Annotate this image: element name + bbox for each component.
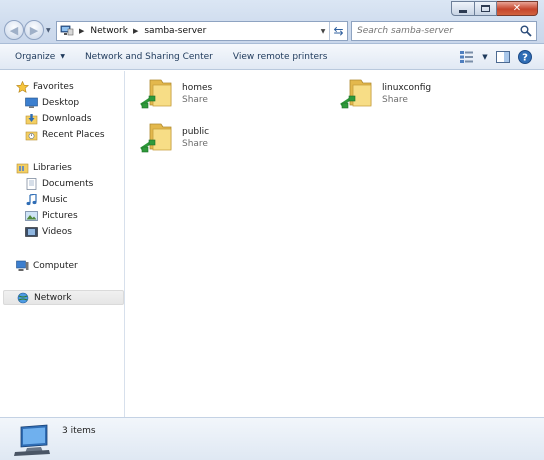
share-type: Share xyxy=(182,95,208,105)
chevron-down-icon: ▼ xyxy=(482,53,488,61)
maximize-button[interactable] xyxy=(475,1,497,16)
command-bar: Organize ▼ Network and Sharing Center Vi… xyxy=(0,44,544,70)
shared-folder-icon xyxy=(140,123,172,153)
search-box[interactable] xyxy=(351,21,537,41)
nav-item-recent-places[interactable]: Recent Places xyxy=(25,127,124,142)
network-computer-icon xyxy=(14,424,50,456)
refresh-icon: ⇆ xyxy=(333,24,344,38)
svg-text:?: ? xyxy=(522,53,528,64)
back-arrow-icon: ◀ xyxy=(9,23,19,37)
breadcrumb-samba-server[interactable]: samba-server xyxy=(144,26,206,36)
nav-item-label: Desktop xyxy=(42,97,80,108)
window-header: ✕ ◀ ▶ ▼ ▶ Network ▶ samba-server ▼ ⇆ xyxy=(0,0,544,44)
maximize-icon xyxy=(481,5,490,12)
forward-button[interactable]: ▶ xyxy=(24,20,44,40)
nav-item-videos[interactable]: Videos xyxy=(25,224,124,239)
network-location-icon xyxy=(60,25,74,36)
navigation-pane: Favorites Desktop Downloads Recent Place… xyxy=(0,71,125,417)
pictures-icon xyxy=(25,210,38,221)
share-type: Share xyxy=(182,139,208,149)
videos-icon xyxy=(25,226,38,237)
share-item-linuxconfig[interactable]: linuxconfig Share xyxy=(326,71,506,115)
nav-item-desktop[interactable]: Desktop xyxy=(25,95,124,110)
share-item-homes[interactable]: homes Share xyxy=(126,71,306,115)
forward-arrow-icon: ▶ xyxy=(29,23,39,37)
share-name: linuxconfig xyxy=(382,83,432,93)
minimize-button[interactable] xyxy=(451,1,475,16)
help-button[interactable]: ? xyxy=(514,47,536,67)
nav-item-label: Documents xyxy=(42,178,94,189)
network-icon xyxy=(17,292,29,303)
nav-network-label: Network xyxy=(34,292,72,303)
view-remote-printers-button[interactable]: View remote printers xyxy=(223,46,338,68)
network-sharing-center-button[interactable]: Network and Sharing Center xyxy=(75,46,223,68)
share-type: Share xyxy=(382,95,408,105)
back-button[interactable]: ◀ xyxy=(4,20,24,40)
nav-computer-label: Computer xyxy=(33,260,78,271)
recent-places-icon xyxy=(25,131,38,140)
desktop-icon xyxy=(25,97,38,108)
nav-item-label: Downloads xyxy=(42,113,92,124)
nav-item-music[interactable]: Music xyxy=(25,192,124,207)
nav-item-label: Recent Places xyxy=(42,129,105,140)
nav-item-downloads[interactable]: Downloads xyxy=(25,111,124,126)
change-view-button[interactable] xyxy=(456,47,478,67)
nav-item-label: Videos xyxy=(42,226,72,237)
organize-label: Organize xyxy=(15,51,56,62)
downloads-icon xyxy=(25,113,38,124)
nav-favorites-label: Favorites xyxy=(33,81,74,92)
nav-item-documents[interactable]: Documents xyxy=(25,176,124,191)
nav-favorites[interactable]: Favorites xyxy=(16,79,124,94)
refresh-button[interactable]: ⇆ xyxy=(329,22,347,40)
breadcrumb-separator-icon[interactable]: ▶ xyxy=(79,27,84,35)
shared-folder-icon xyxy=(340,79,372,109)
documents-icon xyxy=(26,177,37,190)
share-name: public xyxy=(182,127,210,137)
address-bar[interactable]: ▶ Network ▶ samba-server ▼ ⇆ xyxy=(56,21,348,41)
nav-computer[interactable]: Computer xyxy=(16,258,124,273)
computer-icon xyxy=(16,260,29,271)
nav-item-pictures[interactable]: Pictures xyxy=(25,208,124,223)
minimize-icon xyxy=(459,9,467,13)
share-name: homes xyxy=(182,83,213,93)
music-icon xyxy=(26,193,37,205)
help-icon: ? xyxy=(518,50,532,64)
details-pane: 3 items xyxy=(0,417,544,460)
shared-folder-icon xyxy=(140,79,172,109)
address-history-dropdown[interactable]: ▼ xyxy=(317,22,329,40)
window-controls: ✕ xyxy=(451,1,538,16)
preview-pane-icon xyxy=(496,51,510,63)
libraries-icon xyxy=(16,163,29,173)
item-count: 3 items xyxy=(62,426,96,436)
star-icon xyxy=(16,80,29,93)
nav-network[interactable]: Network xyxy=(3,290,124,305)
organize-button[interactable]: Organize ▼ xyxy=(0,46,75,68)
breadcrumb-network[interactable]: Network xyxy=(90,26,128,36)
chevron-down-icon: ▼ xyxy=(60,53,65,60)
search-icon[interactable] xyxy=(520,25,532,37)
breadcrumb-separator-icon[interactable]: ▶ xyxy=(133,27,138,35)
recent-pages-dropdown[interactable]: ▼ xyxy=(46,27,51,34)
search-input[interactable] xyxy=(352,26,512,36)
toolbar-right-controls: ▼ ? xyxy=(456,47,536,67)
nav-item-label: Music xyxy=(42,194,68,205)
more-view-options-button[interactable]: ▼ xyxy=(478,47,492,67)
preview-pane-button[interactable] xyxy=(492,47,514,67)
view-options-icon xyxy=(460,51,473,63)
share-item-public[interactable]: public Share xyxy=(126,115,306,159)
close-icon: ✕ xyxy=(512,2,522,14)
nav-libraries-label: Libraries xyxy=(33,162,72,173)
nav-libraries[interactable]: Libraries xyxy=(16,160,124,175)
file-list: homes Share linuxconfig Share public Sha… xyxy=(126,71,544,417)
close-button[interactable]: ✕ xyxy=(497,1,538,16)
nav-item-label: Pictures xyxy=(42,210,78,221)
